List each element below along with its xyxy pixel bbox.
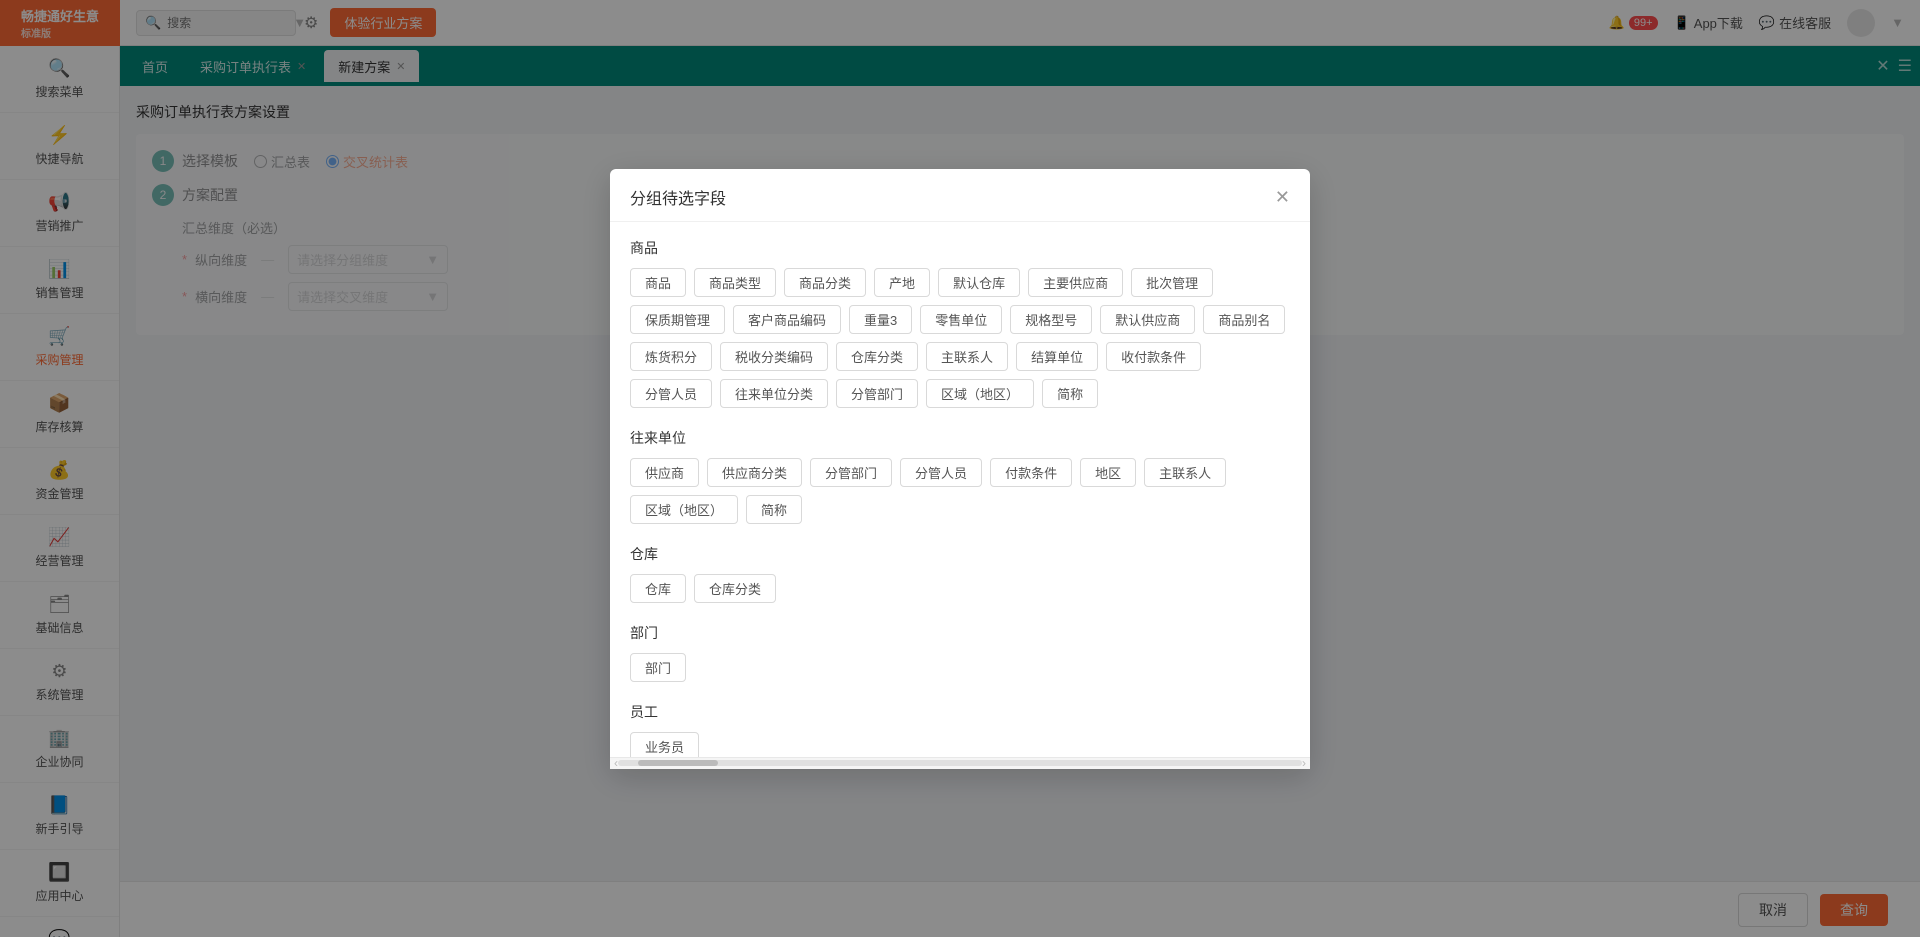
section-partner-chips: 供应商 供应商分类 分管部门 分管人员 付款条件 地区 主联系人 区域（地区） … (630, 458, 1290, 524)
section-department-title: 部门 (630, 623, 1290, 643)
section-warehouse: 仓库 仓库 仓库分类 (630, 544, 1290, 603)
section-warehouse-title: 仓库 (630, 544, 1290, 564)
section-warehouse-chips: 仓库 仓库分类 (630, 574, 1290, 603)
section-employee: 员工 业务员 (630, 702, 1290, 757)
chip-goods-18[interactable]: 主联系人 (926, 342, 1008, 371)
chip-goods-4[interactable]: 产地 (874, 268, 930, 297)
chip-goods-25[interactable]: 简称 (1042, 379, 1098, 408)
section-partner: 往来单位 供应商 供应商分类 分管部门 分管人员 付款条件 地区 主联系人 区域… (630, 428, 1290, 524)
chip-goods-15[interactable]: 炼货积分 (630, 342, 712, 371)
chip-goods-17[interactable]: 仓库分类 (836, 342, 918, 371)
chip-goods-10[interactable]: 重量3 (849, 305, 912, 334)
chip-goods-6[interactable]: 主要供应商 (1028, 268, 1123, 297)
scroll-thumb[interactable] (638, 760, 718, 766)
section-employee-chips: 业务员 (630, 732, 1290, 757)
chip-partner-1[interactable]: 供应商 (630, 458, 699, 487)
chip-partner-3[interactable]: 分管部门 (810, 458, 892, 487)
field-selection-modal: 分组待选字段 ✕ 商品 商品 商品类型 商品分类 产地 默认仓库 主要供应商 批… (610, 169, 1310, 769)
modal-header: 分组待选字段 ✕ (610, 169, 1310, 222)
section-employee-title: 员工 (630, 702, 1290, 722)
modal-scrollbar[interactable]: ‹ › (610, 757, 1310, 769)
chip-warehouse-1[interactable]: 仓库 (630, 574, 686, 603)
chip-partner-9[interactable]: 简称 (746, 495, 802, 524)
chip-goods-24[interactable]: 区域（地区） (926, 379, 1034, 408)
chip-partner-2[interactable]: 供应商分类 (707, 458, 802, 487)
modal-body[interactable]: 商品 商品 商品类型 商品分类 产地 默认仓库 主要供应商 批次管理 保质期管理… (610, 222, 1310, 757)
chip-partner-4[interactable]: 分管人员 (900, 458, 982, 487)
section-partner-title: 往来单位 (630, 428, 1290, 448)
chip-goods-9[interactable]: 客户商品编码 (733, 305, 841, 334)
chip-goods-11[interactable]: 零售单位 (920, 305, 1002, 334)
chip-goods-22[interactable]: 往来单位分类 (720, 379, 828, 408)
chip-goods-1[interactable]: 商品 (630, 268, 686, 297)
scroll-track (618, 760, 1302, 766)
chip-goods-5[interactable]: 默认仓库 (938, 268, 1020, 297)
section-goods: 商品 商品 商品类型 商品分类 产地 默认仓库 主要供应商 批次管理 保质期管理… (630, 238, 1290, 408)
section-goods-title: 商品 (630, 238, 1290, 258)
chip-goods-13[interactable]: 默认供应商 (1100, 305, 1195, 334)
chip-goods-21[interactable]: 分管人员 (630, 379, 712, 408)
chip-goods-14[interactable]: 商品别名 (1203, 305, 1285, 334)
section-department: 部门 部门 (630, 623, 1290, 682)
modal-backdrop: 分组待选字段 ✕ 商品 商品 商品类型 商品分类 产地 默认仓库 主要供应商 批… (0, 0, 1920, 937)
chip-goods-7[interactable]: 批次管理 (1131, 268, 1213, 297)
section-goods-chips: 商品 商品类型 商品分类 产地 默认仓库 主要供应商 批次管理 保质期管理 客户… (630, 268, 1290, 408)
chip-goods-3[interactable]: 商品分类 (784, 268, 866, 297)
chip-goods-16[interactable]: 税收分类编码 (720, 342, 828, 371)
chip-partner-7[interactable]: 主联系人 (1144, 458, 1226, 487)
chip-goods-8[interactable]: 保质期管理 (630, 305, 725, 334)
chip-goods-2[interactable]: 商品类型 (694, 268, 776, 297)
modal-title: 分组待选字段 (630, 185, 726, 209)
section-department-chips: 部门 (630, 653, 1290, 682)
chip-dept-1[interactable]: 部门 (630, 653, 686, 682)
chip-goods-19[interactable]: 结算单位 (1016, 342, 1098, 371)
chip-partner-6[interactable]: 地区 (1080, 458, 1136, 487)
chip-goods-20[interactable]: 收付款条件 (1106, 342, 1201, 371)
chip-partner-8[interactable]: 区域（地区） (630, 495, 738, 524)
scroll-right-arrow[interactable]: › (1302, 756, 1306, 770)
chip-warehouse-2[interactable]: 仓库分类 (694, 574, 776, 603)
chip-goods-23[interactable]: 分管部门 (836, 379, 918, 408)
chip-partner-5[interactable]: 付款条件 (990, 458, 1072, 487)
modal-close-btn[interactable]: ✕ (1275, 188, 1290, 206)
chip-emp-1[interactable]: 业务员 (630, 732, 699, 757)
chip-goods-12[interactable]: 规格型号 (1010, 305, 1092, 334)
